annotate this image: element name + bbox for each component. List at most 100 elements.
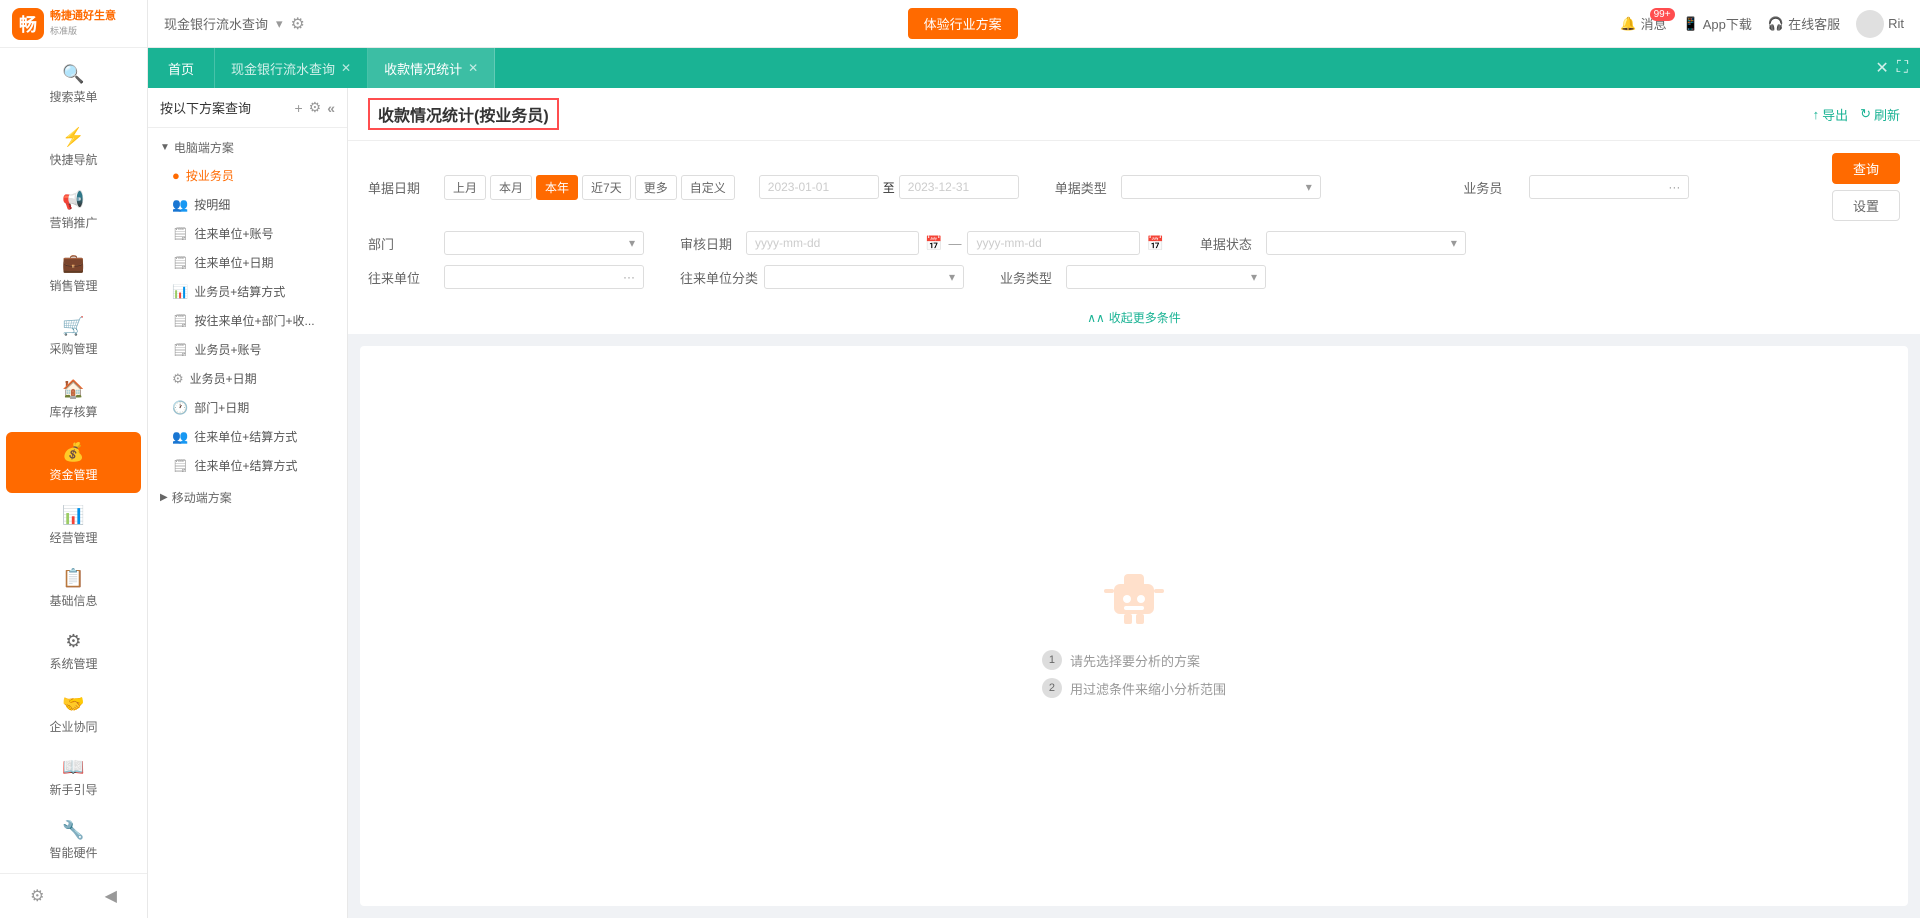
salesperson-more-icon[interactable]: ··· — [1668, 180, 1680, 194]
scheme-collapse-btn[interactable]: « — [327, 100, 335, 116]
doc-type-dropdown-icon: ▾ — [1306, 180, 1312, 194]
trial-btn[interactable]: 体验行业方案 — [908, 8, 1018, 39]
scheme-add-btn[interactable]: + — [294, 100, 302, 116]
counterpart-more-icon[interactable]: ··· — [623, 270, 635, 284]
date-last-month-btn[interactable]: 上月 — [444, 175, 486, 200]
main-content: 现金银行流水查询 ▾ ⚙ 体验行业方案 🔔 消息 99+ 📱 App下载 🎧 在… — [148, 0, 1920, 918]
doc-status-select[interactable]: ▾ — [1266, 231, 1466, 255]
filter-row-3: 往来单位 ··· 往来单位分类 ▾ — [368, 265, 1900, 289]
sidebar-item-purchase[interactable]: 🛒 采购管理 — [6, 306, 141, 367]
date-range: 2023-01-01 至 2023-12-31 — [759, 175, 1019, 199]
date-custom-btn[interactable]: 自定义 — [681, 175, 735, 200]
date-more-btn[interactable]: 更多 — [635, 175, 677, 200]
messages-group[interactable]: 🔔 消息 99+ — [1620, 14, 1666, 33]
online-service-group[interactable]: 🎧 在线客服 — [1768, 14, 1840, 33]
query-btn[interactable]: 查询 — [1832, 153, 1900, 184]
scheme-item-counterpart-dept[interactable]: 🗒 按往来单位+部门+收... — [148, 306, 347, 335]
step-1-text: 请先选择要分析的方案 — [1070, 651, 1200, 670]
scheme-item-counterpart-settlement1[interactable]: 👥 往来单位+结算方式 — [148, 422, 347, 451]
collapse-sidebar-btn[interactable]: ◀‍ — [101, 882, 121, 910]
scheme-title: 按以下方案查询 — [160, 98, 288, 117]
scheme-item-counterpart-account[interactable]: 🗒 往来单位+账号 — [148, 219, 347, 248]
app-download-group[interactable]: 📱 App下载 — [1683, 14, 1752, 33]
tab-cash-flow[interactable]: 现金银行流水查询 ✕ — [215, 48, 368, 88]
breadcrumb: 现金银行流水查询 — [164, 14, 268, 33]
scheme-item-dept-date[interactable]: 🕐 部门+日期 — [148, 393, 347, 422]
sidebar-item-marketing[interactable]: 📢 营销推广 — [6, 180, 141, 241]
tabs-actions: ✕ ⛶ — [1863, 48, 1920, 88]
header-left: 现金银行流水查询 ▾ ⚙ — [164, 14, 305, 34]
tab-home[interactable]: 首页 — [148, 48, 215, 88]
scheme-item-by-detail[interactable]: 👥 按明细 — [148, 190, 347, 219]
date-this-month-btn[interactable]: 本月 — [490, 175, 532, 200]
tabs-spacer — [495, 48, 1863, 88]
scheme-item-salesperson-date[interactable]: ⚙ 业务员+日期 — [148, 364, 347, 393]
tab-receipt-stats-close[interactable]: ✕ — [468, 61, 478, 75]
scheme-item-by-salesperson[interactable]: ● 按业务员 — [148, 161, 347, 190]
date-to-input[interactable]: 2023-12-31 — [899, 175, 1019, 199]
collapse-conditions-btn[interactable]: ∧∧ 收起更多条件 — [368, 301, 1900, 334]
scheme-item-counterpart-date[interactable]: 🗒 往来单位+日期 — [148, 248, 347, 277]
scheme-setting-btn[interactable]: ⚙ — [309, 99, 322, 116]
review-date-to-calendar-icon[interactable]: 📅 — [1146, 235, 1163, 252]
sidebar: 畅 畅捷通好生意 标准版 🔍 搜索菜单 ⚡ 快捷导航 📢 营销推广 💼 销售管理… — [0, 0, 148, 918]
header-gear-icon[interactable]: ⚙ — [291, 14, 305, 34]
logo-text: 畅捷通好生意 标准版 — [50, 10, 116, 36]
breadcrumb-dropdown-icon[interactable]: ▾ — [276, 16, 283, 32]
empty-step-1: 1 请先选择要分析的方案 — [1042, 650, 1226, 670]
settings-bottom-btn[interactable]: ⚙ — [26, 882, 48, 910]
doc-type-group: 单据类型 ▾ — [1055, 175, 1321, 199]
sidebar-item-system[interactable]: ⚙ 系统管理 — [6, 621, 141, 682]
search-icon: 🔍 — [62, 64, 84, 85]
sidebar-item-sales[interactable]: 💼 销售管理 — [6, 243, 141, 304]
sales-icon: 💼 — [62, 253, 84, 274]
sidebar-item-finance[interactable]: 💰 资金管理 — [6, 432, 141, 493]
counterpart-select[interactable]: ··· — [444, 265, 644, 289]
user-avatar — [1856, 10, 1884, 38]
dept-dropdown-icon: ▾ — [629, 236, 635, 250]
export-btn[interactable]: ↑ 导出 — [1813, 105, 1849, 124]
cc-dropdown-icon: ▾ — [949, 270, 955, 284]
sidebar-item-quicknav[interactable]: ⚡ 快捷导航 — [6, 117, 141, 178]
scheme-dd-label: 部门+日期 — [194, 399, 249, 416]
tab-cash-flow-close[interactable]: ✕ — [341, 61, 351, 75]
salesperson-select[interactable]: ··· — [1529, 175, 1689, 199]
setting-btn[interactable]: 设置 — [1832, 190, 1900, 221]
review-date-group: 审核日期 yyyy-mm-dd 📅 — yyyy-mm-dd 📅 — [680, 231, 1164, 255]
date-this-year-btn[interactable]: 本年 — [536, 175, 578, 200]
scheme-group-desktop-header[interactable]: ▼ 电脑端方案 — [148, 134, 347, 161]
dept-select[interactable]: ▾ — [444, 231, 644, 255]
sidebar-item-guide[interactable]: 📖 新手引导 — [6, 747, 141, 808]
scheme-item-salesperson-settlement[interactable]: 📊 业务员+结算方式 — [148, 277, 347, 306]
group-mobile-arrow-icon: ▶ — [160, 492, 168, 503]
sidebar-item-basic[interactable]: 📋 基础信息 — [6, 558, 141, 619]
guide-icon: 📖 — [62, 757, 84, 778]
scheme-item-salesperson-account[interactable]: 🗒 业务员+账号 — [148, 335, 347, 364]
counterpart-category-select[interactable]: ▾ — [764, 265, 964, 289]
sidebar-item-hardware[interactable]: 🔧 智能硬件 — [6, 810, 141, 871]
review-date-to-input[interactable]: yyyy-mm-dd — [967, 231, 1140, 255]
tab-maximize-icon[interactable]: ⛶ — [1897, 59, 1908, 77]
tabs-bar: 首页 现金银行流水查询 ✕ 收款情况统计 ✕ ✕ ⛶ — [148, 48, 1920, 88]
user-avatar-group[interactable]: Rit — [1856, 10, 1904, 38]
tab-minimize-icon[interactable]: ✕ — [1875, 58, 1888, 78]
sidebar-item-collaboration[interactable]: 🤝 企业协同 — [6, 684, 141, 745]
bt-dropdown-icon: ▾ — [1251, 270, 1257, 284]
refresh-btn[interactable]: ↻ 刷新 — [1860, 105, 1900, 124]
scheme-group-mobile-header[interactable]: ▶ 移动端方案 — [148, 484, 347, 511]
inventory-icon: 🏠 — [62, 379, 84, 400]
sidebar-item-search[interactable]: 🔍 搜索菜单 — [6, 54, 141, 115]
sidebar-logo: 畅 畅捷通好生意 标准版 — [0, 0, 147, 48]
scheme-item-counterpart-settlement2[interactable]: 🗒 往来单位+结算方式 — [148, 451, 347, 480]
tab-cash-flow-label: 现金银行流水查询 — [231, 59, 335, 78]
sidebar-item-operations[interactable]: 📊 经营管理 — [6, 495, 141, 556]
review-date-from-input[interactable]: yyyy-mm-dd — [746, 231, 919, 255]
doc-type-select[interactable]: ▾ — [1121, 175, 1321, 199]
date-from-input[interactable]: 2023-01-01 — [759, 175, 879, 199]
review-date-from-calendar-icon[interactable]: 📅 — [925, 235, 942, 252]
business-type-select[interactable]: ▾ — [1066, 265, 1266, 289]
system-icon: ⚙ — [65, 631, 81, 652]
sidebar-item-inventory[interactable]: 🏠 库存核算 — [6, 369, 141, 430]
tab-receipt-stats[interactable]: 收款情况统计 ✕ — [368, 48, 495, 88]
date-7days-btn[interactable]: 近7天 — [582, 175, 631, 200]
